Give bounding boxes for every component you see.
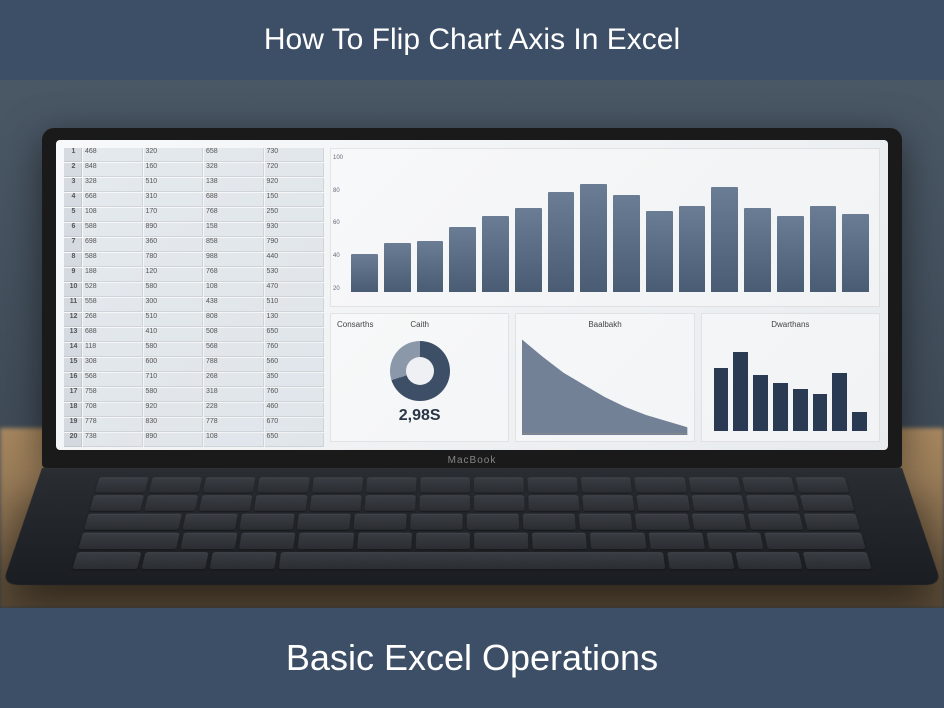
laptop-bezel: 1468320658730284816032872033285101389204… bbox=[42, 128, 902, 468]
donut-panel: Caith Consarths 2,98S bbox=[330, 313, 509, 442]
hero-image: 1468320658730284816032872033285101389204… bbox=[0, 80, 944, 608]
bottom-chart-row: Caith Consarths 2,98S Baalbakh bbox=[330, 313, 880, 442]
laptop-keyboard bbox=[2, 468, 942, 585]
panel-title-donut: Consarths bbox=[337, 320, 373, 329]
laptop-brand: MacBook bbox=[448, 455, 497, 466]
area-panel: Baalbakh bbox=[515, 313, 694, 442]
charts-area: 10080604020 Caith Consarths 2,98S bbox=[330, 148, 880, 442]
donut-chart-icon bbox=[390, 341, 450, 401]
footer-title: Basic Excel Operations bbox=[286, 637, 658, 679]
laptop-screen: 1468320658730284816032872033285101389204… bbox=[56, 140, 888, 450]
y-axis-ticks: 10080604020 bbox=[333, 155, 343, 292]
area-chart-icon bbox=[522, 331, 687, 435]
spreadsheet-grid: 1468320658730284816032872033285101389204… bbox=[64, 148, 324, 442]
donut-value: 2,98S bbox=[399, 407, 441, 425]
header-banner: How To Flip Chart Axis In Excel bbox=[0, 0, 944, 80]
mini-bars-panel: Dwarthans bbox=[701, 313, 880, 442]
top-bar-chart: 10080604020 bbox=[330, 148, 880, 307]
mini-bar-chart bbox=[708, 331, 873, 435]
header-title: How To Flip Chart Axis In Excel bbox=[264, 23, 680, 57]
footer-banner: Basic Excel Operations bbox=[0, 608, 944, 708]
laptop: 1468320658730284816032872033285101389204… bbox=[42, 128, 902, 608]
panel-title-area: Baalbakh bbox=[522, 320, 687, 329]
panel-title-bars: Dwarthans bbox=[708, 320, 873, 329]
